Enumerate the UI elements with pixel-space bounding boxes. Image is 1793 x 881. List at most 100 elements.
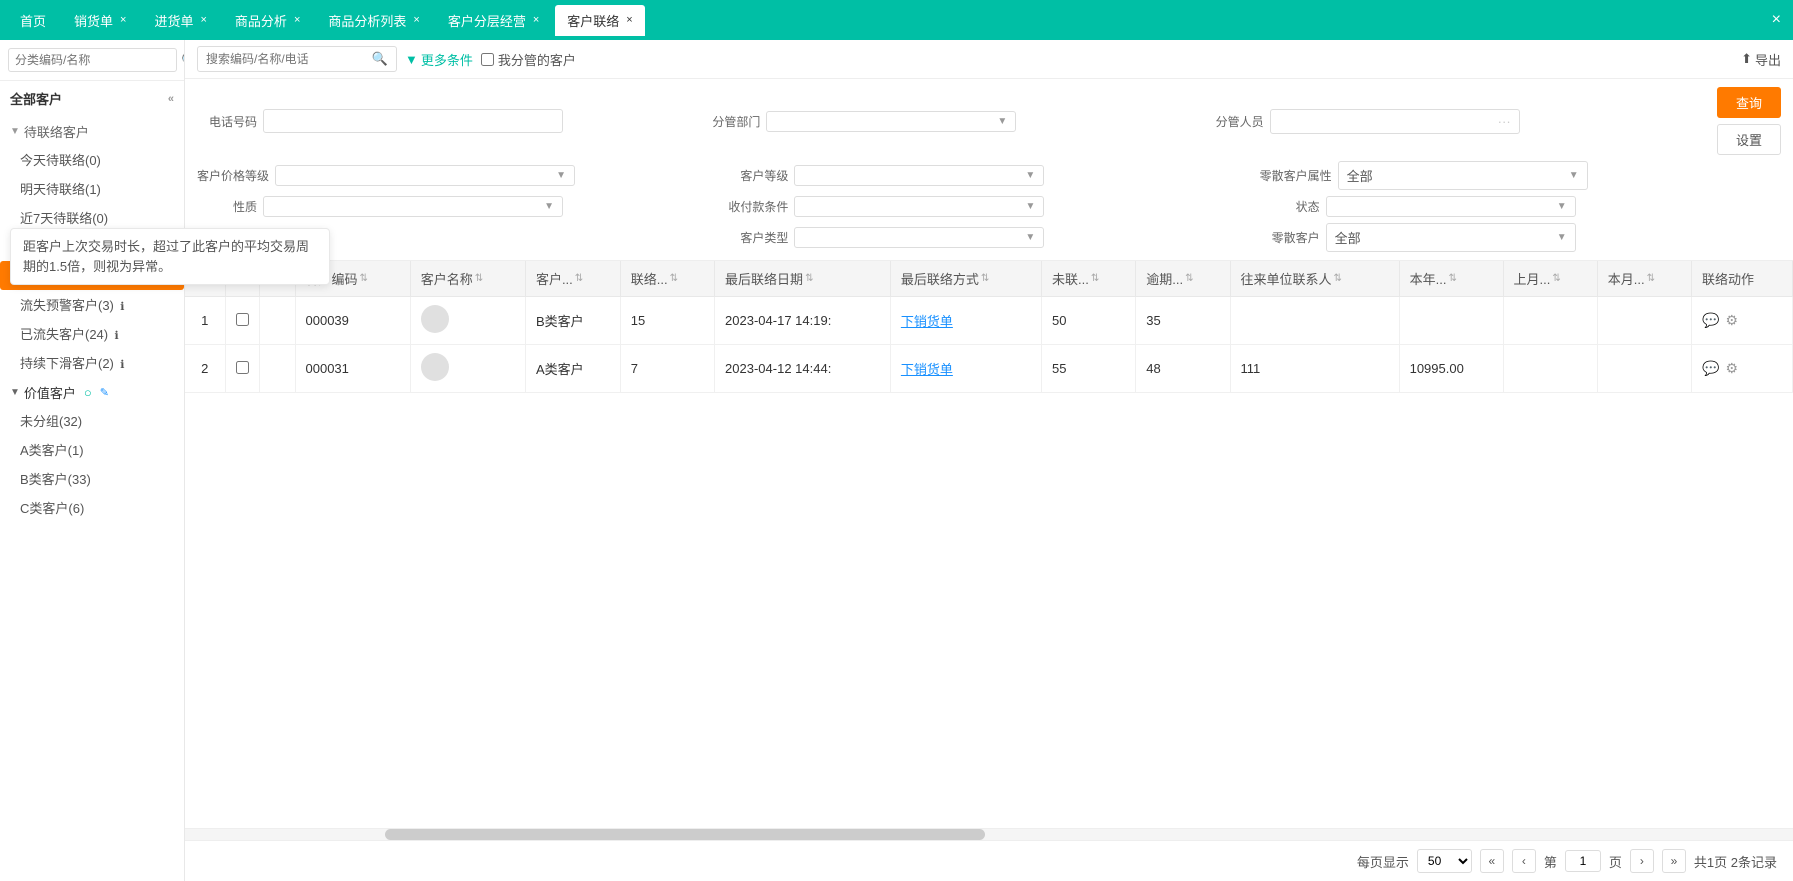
sidebar-item-lost-preview[interactable]: 流失预警客户(3) ℹ [0, 290, 184, 319]
nav-sales-order[interactable]: 销货单 × [62, 5, 138, 36]
row2-company-contact: 111 [1230, 345, 1399, 393]
sort-overdue[interactable]: 逾期... ⇅ [1146, 269, 1219, 288]
search-input[interactable] [206, 52, 368, 66]
sort-this-month[interactable]: 本月... ⇅ [1608, 269, 1681, 288]
row2-chat-icon[interactable]: 💬 [1702, 360, 1719, 377]
col-header-unread: 未联... ⇅ [1042, 261, 1136, 297]
sort-last-month[interactable]: 上月... ⇅ [1514, 269, 1587, 288]
sidebar-search-input[interactable] [8, 48, 177, 72]
sidebar-pending-group: ▼ 待联络客户 [0, 116, 184, 145]
filter-icon: ▼ [405, 52, 418, 67]
sidebar-item-a-class[interactable]: A类客户(1) [0, 435, 184, 464]
manager-select[interactable]: ··· [1270, 109, 1520, 134]
phone-input[interactable] [263, 109, 563, 133]
row2-code: 000031 [295, 345, 410, 393]
customer-level-select[interactable]: ▼ [794, 165, 1044, 186]
window-close-button[interactable]: × [1772, 11, 1781, 29]
sort-contact[interactable]: 联络... ⇅ [631, 269, 704, 288]
scroll-thumb[interactable] [385, 829, 985, 840]
nav-close-product-analysis[interactable]: × [294, 14, 300, 26]
row2-checkbox[interactable] [236, 361, 249, 374]
nav-close-purchase[interactable]: × [200, 14, 206, 26]
retail-attr-select[interactable]: 全部 ▼ [1338, 161, 1588, 190]
my-customer-checkbox-wrap[interactable]: 我分管的客户 [481, 50, 576, 69]
prev-page-btn[interactable]: ‹ [1512, 849, 1536, 873]
per-page-select[interactable]: 50 20 100 [1417, 849, 1472, 873]
row1-more-icon[interactable]: ⚙ [1725, 312, 1738, 329]
my-customer-checkbox[interactable] [481, 53, 494, 66]
dept-select[interactable]: ▼ [766, 111, 1016, 132]
customer-type-label: 客户类型 [728, 229, 788, 246]
sidebar-all-customers[interactable]: 全部客户 « [0, 81, 184, 116]
price-level-arrow: ▼ [556, 170, 566, 181]
nav-close-product-list[interactable]: × [413, 14, 419, 26]
nav-product-analysis[interactable]: 商品分析 × [223, 5, 312, 36]
dept-arrow-icon: ▼ [997, 116, 1007, 127]
customer-type-select[interactable]: ▼ [794, 227, 1044, 248]
row1-method-link[interactable]: 下销货单 [901, 314, 953, 329]
current-page-input[interactable] [1565, 850, 1601, 872]
col-header-this-year: 本年... ⇅ [1399, 261, 1503, 297]
manager-dots[interactable]: ··· [1498, 114, 1511, 129]
nav-home[interactable]: 首页 [8, 5, 58, 36]
row2-avatar [421, 353, 449, 381]
sidebar-item-c-class[interactable]: C类客户(6) [0, 493, 184, 522]
first-page-btn[interactable]: « [1480, 849, 1504, 873]
table-row: 1 000039 B类客户 15 2023-04-17 14:19: [185, 297, 1793, 345]
nav-close-sales[interactable]: × [120, 14, 126, 26]
sort-icon-code: ⇅ [360, 273, 368, 284]
nav-customer-tier[interactable]: 客户分层经营 × [436, 5, 551, 36]
last-page-btn[interactable]: » [1662, 849, 1686, 873]
row1-index: 1 [185, 297, 225, 345]
row1-this-year [1399, 297, 1503, 345]
sidebar-item-unclassified[interactable]: 未分组(32) [0, 406, 184, 435]
payment-select[interactable]: ▼ [794, 196, 1044, 217]
row2-unread: 55 [1042, 345, 1136, 393]
price-level-select[interactable]: ▼ [275, 165, 575, 186]
status-select[interactable]: ▼ [1326, 196, 1576, 217]
more-conditions-btn[interactable]: ▼ 更多条件 [405, 50, 473, 69]
next-page-btn[interactable]: › [1630, 849, 1654, 873]
col-header-company-contact: 往来单位联系人 ⇅ [1230, 261, 1399, 297]
sort-icon-company: ⇅ [1334, 273, 1342, 284]
sidebar: 🔍 全部客户 « ▼ 待联络客户 今天待联络(0) 明天待联络(1) 近7天待联… [0, 40, 185, 881]
sort-type[interactable]: 客户... ⇅ [536, 269, 610, 288]
row1-checkbox[interactable] [236, 313, 249, 326]
nav-close-tier[interactable]: × [533, 14, 539, 26]
sidebar-item-declining[interactable]: 持续下滑客户(2) ℹ [0, 348, 184, 377]
row1-overdue: 35 [1136, 297, 1230, 345]
nav-close-contact[interactable]: × [626, 14, 632, 26]
export-icon: ⬆ [1741, 51, 1752, 67]
sort-last-method[interactable]: 最后联络方式 ⇅ [901, 269, 1031, 288]
row1-unread: 50 [1042, 297, 1136, 345]
sort-this-year[interactable]: 本年... ⇅ [1410, 269, 1493, 288]
query-button[interactable]: 查询 [1717, 87, 1781, 118]
settings-button[interactable]: 设置 [1717, 124, 1781, 155]
nav-product-analysis-list[interactable]: 商品分析列表 × [316, 5, 431, 36]
sort-icon-year: ⇅ [1448, 273, 1456, 284]
search-icon[interactable]: 🔍 [372, 51, 388, 67]
horizontal-scrollbar[interactable] [185, 828, 1793, 840]
table-row: 2 000031 A类客户 7 2023-04-12 14:44: [185, 345, 1793, 393]
nav-purchase-order[interactable]: 进货单 × [142, 5, 218, 36]
payment-arrow: ▼ [1025, 201, 1035, 212]
collapse-icon: « [168, 93, 174, 105]
sort-unread[interactable]: 未联... ⇅ [1052, 269, 1125, 288]
row2-method-link[interactable]: 下销货单 [901, 362, 953, 377]
export-btn[interactable]: ⬆ 导出 [1741, 50, 1781, 69]
sidebar-item-today[interactable]: 今天待联络(0) [0, 145, 184, 174]
sidebar-item-b-class[interactable]: B类客户(33) [0, 464, 184, 493]
row2-more-icon[interactable]: ⚙ [1725, 360, 1738, 377]
sort-company-contact[interactable]: 往来单位联系人 ⇅ [1241, 269, 1389, 288]
top-nav: 首页 销货单 × 进货单 × 商品分析 × 商品分析列表 × 客户分层经营 × … [0, 0, 1793, 40]
retail-customer-select[interactable]: 全部 ▼ [1326, 223, 1576, 252]
sort-last-date[interactable]: 最后联络日期 ⇅ [725, 269, 880, 288]
nav-customer-contact[interactable]: 客户联络 × [555, 5, 644, 36]
sort-name[interactable]: 客户名称 ⇅ [421, 269, 515, 288]
sidebar-item-lost[interactable]: 已流失客户(24) ℹ [0, 319, 184, 348]
sort-icon-tmonth: ⇅ [1647, 273, 1655, 284]
row1-chat-icon[interactable]: 💬 [1702, 312, 1719, 329]
gender-select[interactable]: ▼ [263, 196, 563, 217]
sidebar-item-tomorrow[interactable]: 明天待联络(1) [0, 174, 184, 203]
total-records-label: 共1页 2条记录 [1694, 852, 1777, 871]
